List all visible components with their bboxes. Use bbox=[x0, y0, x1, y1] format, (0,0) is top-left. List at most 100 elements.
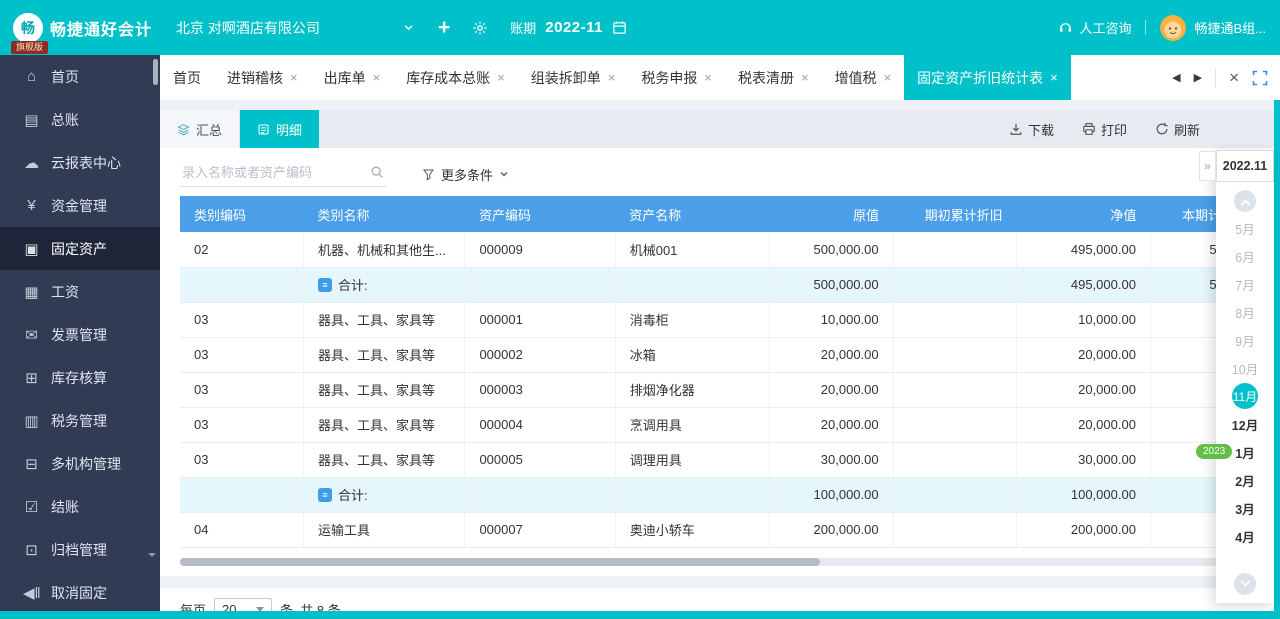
workspace-tab[interactable]: 出库单× bbox=[311, 55, 394, 100]
month-item[interactable]: 4月 bbox=[1216, 522, 1274, 550]
sidebar-item-cloud-report[interactable]: ☁云报表中心 bbox=[0, 141, 160, 184]
sidebar-scrollbar[interactable] bbox=[153, 59, 158, 85]
sidebar-item-archive[interactable]: ⊡归档管理 bbox=[0, 528, 160, 571]
column-header-category-code[interactable]: 类别编码 bbox=[180, 196, 304, 232]
months-scroll-down-button[interactable] bbox=[1234, 573, 1256, 595]
sidebar-item-multi-org[interactable]: ⊟多机构管理 bbox=[0, 442, 160, 485]
sidebar-item-tax[interactable]: ▥税务管理 bbox=[0, 399, 160, 442]
table-summary-row[interactable]: ≡合计:500,000.00495,000.005,000.00 bbox=[180, 267, 1274, 302]
period-value[interactable]: 2022-11 bbox=[545, 19, 603, 36]
sidebar-item-funds[interactable]: ¥资金管理 bbox=[0, 184, 160, 227]
username[interactable]: 畅捷通B组... bbox=[1194, 18, 1266, 37]
month-item[interactable]: 3月 bbox=[1216, 494, 1274, 522]
column-header-beginning-accumulated-depreciation[interactable]: 期初累计折旧 bbox=[893, 196, 1017, 232]
per-page-select[interactable]: 20 bbox=[214, 598, 272, 612]
tab-close-icon[interactable]: × bbox=[608, 70, 616, 85]
sidebar-item-label: 资金管理 bbox=[51, 196, 107, 216]
calendar-icon[interactable] bbox=[612, 20, 627, 35]
month-item[interactable]: 6月 bbox=[1216, 242, 1274, 270]
workspace-tab[interactable]: 库存成本总账× bbox=[393, 55, 518, 100]
column-header-original-value[interactable]: 原值 bbox=[770, 196, 894, 232]
sidebar-item-home[interactable]: ⌂首页 bbox=[0, 55, 160, 98]
gear-icon[interactable] bbox=[472, 20, 488, 36]
cell-beginning-accumulated-depreciation bbox=[893, 267, 1017, 302]
table-row[interactable]: 03器具、工具、家具等000002冰箱20,000.0020,000.00 bbox=[180, 337, 1274, 372]
cell-beginning-accumulated-depreciation bbox=[893, 407, 1017, 442]
pagination-total: 条, 共 8 条 bbox=[280, 600, 341, 611]
human-consult-button[interactable]: 人工咨询 bbox=[1058, 18, 1131, 37]
user-avatar[interactable] bbox=[1160, 15, 1186, 41]
table-row[interactable]: 02机器、机械和其他生...000009机械001500,000.00495,0… bbox=[180, 232, 1274, 267]
month-item[interactable]: 10月 bbox=[1216, 354, 1274, 382]
months-scroll-up-button[interactable] bbox=[1234, 190, 1256, 212]
sidebar-item-general-ledger[interactable]: ▤总账 bbox=[0, 98, 160, 141]
workspace-tab[interactable]: 税表清册× bbox=[725, 55, 822, 100]
cell-asset-code: 000004 bbox=[465, 407, 615, 442]
sidebar-item-inventory[interactable]: ⊞库存核算 bbox=[0, 356, 160, 399]
table-row[interactable]: 03器具、工具、家具等000004烹调用具20,000.0020,000.00 bbox=[180, 407, 1274, 442]
tab-scroll-right-button[interactable]: ▶ bbox=[1194, 71, 1202, 84]
table-row[interactable]: 04运输工具000007奥迪小轿车200,000.00200,000.00 bbox=[180, 512, 1274, 547]
month-item[interactable]: 2月 bbox=[1216, 466, 1274, 494]
column-header-asset-name[interactable]: 资产名称 bbox=[615, 196, 769, 232]
month-item[interactable]: 5月 bbox=[1216, 214, 1274, 242]
topbar: 畅 畅捷通好会计 旗舰版 北京 对啊酒店有限公司 + 账期 2022-11 人工… bbox=[0, 0, 1280, 55]
sidebar-item-fixed-assets[interactable]: ▣固定资产 bbox=[0, 227, 160, 270]
period-label: 账期 bbox=[510, 18, 536, 37]
company-selector[interactable]: 北京 对啊酒店有限公司 bbox=[176, 18, 414, 38]
cell-original-value: 10,000.00 bbox=[770, 302, 894, 337]
subtab-detail[interactable]: 明细 bbox=[240, 110, 319, 148]
close-all-tabs-button[interactable]: × bbox=[1229, 69, 1239, 86]
tab-close-icon[interactable]: × bbox=[497, 70, 505, 85]
print-icon bbox=[1082, 122, 1096, 136]
print-button[interactable]: 打印 bbox=[1082, 120, 1127, 139]
more-conditions-button[interactable]: 更多条件 bbox=[422, 165, 509, 184]
month-item[interactable]: 12月 bbox=[1216, 410, 1274, 438]
search-input[interactable] bbox=[180, 161, 386, 187]
expand-fullscreen-icon[interactable] bbox=[1252, 70, 1268, 86]
table-row[interactable]: 03器具、工具、家具等000005调理用具30,000.0030,000.00 bbox=[180, 442, 1274, 477]
refresh-button[interactable]: 刷新 bbox=[1155, 120, 1200, 139]
tab-scroll-left-button[interactable]: ◀ bbox=[1172, 71, 1180, 84]
column-header-asset-code[interactable]: 资产编码 bbox=[465, 196, 615, 232]
sidebar-item-invoice[interactable]: ✉发票管理 bbox=[0, 313, 160, 356]
search-icon[interactable] bbox=[370, 165, 384, 179]
tab-close-icon[interactable]: × bbox=[290, 70, 298, 85]
cell-net-value: 20,000.00 bbox=[1017, 337, 1151, 372]
month-item[interactable]: 9月 bbox=[1216, 326, 1274, 354]
sidebar-item-payroll[interactable]: ▦工资 bbox=[0, 270, 160, 313]
month-item[interactable]: 7月 bbox=[1216, 270, 1274, 298]
workspace-tab[interactable]: 组装拆卸单× bbox=[518, 55, 629, 100]
sidebar-item-closing[interactable]: ☑结账 bbox=[0, 485, 160, 528]
cell-category-code: 02 bbox=[180, 232, 304, 267]
cell-category-name: 器具、工具、家具等 bbox=[304, 337, 465, 372]
column-header-net-value[interactable]: 净值 bbox=[1017, 196, 1151, 232]
collapse-panel-button[interactable]: » bbox=[1199, 151, 1216, 181]
tab-close-icon[interactable]: × bbox=[704, 70, 712, 85]
tab-close-icon[interactable]: × bbox=[884, 70, 892, 85]
month-item[interactable]: 8月 bbox=[1216, 298, 1274, 326]
current-period-box[interactable]: 2022.11 bbox=[1216, 150, 1274, 182]
workspace-tab[interactable]: 增值税 × bbox=[822, 55, 905, 100]
sidebar-unpin-button[interactable]: ◀‖ 取消固定 bbox=[0, 571, 160, 611]
tab-close-icon[interactable]: × bbox=[1050, 70, 1058, 85]
workspace-tab[interactable]: 税务申报× bbox=[628, 55, 725, 100]
workspace-tab[interactable]: 固定资产折旧统计表× bbox=[904, 55, 1071, 100]
workspace-tab[interactable]: 首页 bbox=[160, 55, 214, 100]
horizontal-scrollbar-thumb[interactable] bbox=[180, 558, 820, 566]
subtab-summary[interactable]: 汇总 bbox=[160, 110, 240, 148]
tax-icon: ▥ bbox=[23, 412, 40, 430]
column-header-category-name[interactable]: 类别名称 bbox=[304, 196, 465, 232]
workspace-tab[interactable]: 进销稽核× bbox=[214, 55, 311, 100]
cell-beginning-accumulated-depreciation bbox=[893, 372, 1017, 407]
tab-close-icon[interactable]: × bbox=[373, 70, 381, 85]
add-button[interactable]: + bbox=[438, 17, 450, 38]
table-summary-row[interactable]: ≡合计:100,000.00100,000.00 bbox=[180, 477, 1274, 512]
tab-close-icon[interactable]: × bbox=[801, 70, 809, 85]
download-button[interactable]: 下载 bbox=[1009, 120, 1054, 139]
workspace-tab-label: 增值税 bbox=[835, 68, 877, 88]
month-item[interactable]: 11月 bbox=[1216, 382, 1274, 410]
table-row[interactable]: 03器具、工具、家具等000003排烟净化器20,000.0020,000.00 bbox=[180, 372, 1274, 407]
sidebar-scroll-down-icon[interactable] bbox=[148, 553, 156, 561]
table-row[interactable]: 03器具、工具、家具等000001消毒柜10,000.0010,000.00 bbox=[180, 302, 1274, 337]
